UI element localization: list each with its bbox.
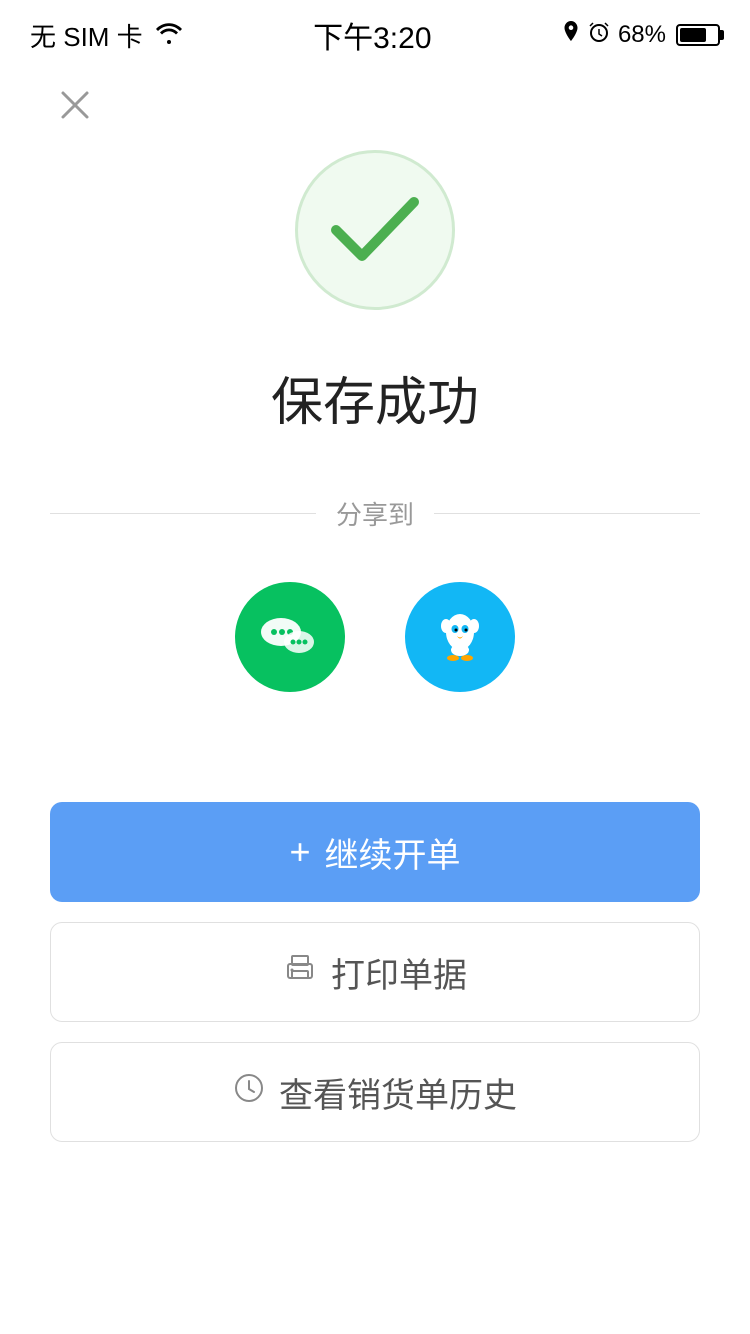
battery-icon xyxy=(676,24,720,46)
location-icon xyxy=(562,21,580,50)
history-label: 查看销货单历史 xyxy=(279,1068,517,1117)
status-bar-left: 无 SIM 卡 xyxy=(30,17,183,54)
status-bar-right: 68% xyxy=(562,21,720,50)
wechat-icon xyxy=(255,602,325,672)
checkmark-icon xyxy=(330,194,420,266)
share-divider: 分享到 xyxy=(50,495,700,532)
action-buttons: + 继续开单 打印单据 查看销货单历史 xyxy=(0,802,750,1142)
share-label: 分享到 xyxy=(336,495,414,532)
continue-button[interactable]: + 继续开单 xyxy=(50,802,700,902)
main-content: 保存成功 分享到 xyxy=(0,70,750,1142)
close-button[interactable] xyxy=(50,80,100,130)
wechat-share-button[interactable] xyxy=(235,582,345,692)
sim-status: 无 SIM 卡 xyxy=(30,17,143,54)
print-button[interactable]: 打印单据 xyxy=(50,922,700,1022)
continue-label: 继续开单 xyxy=(325,828,461,877)
status-bar-time: 下午3:20 xyxy=(313,13,431,57)
alarm-icon xyxy=(588,21,610,50)
success-title: 保存成功 xyxy=(271,360,479,435)
wifi-icon xyxy=(155,20,183,51)
plus-icon: + xyxy=(289,831,310,873)
history-button[interactable]: 查看销货单历史 xyxy=(50,1042,700,1142)
battery-percent: 68% xyxy=(618,21,666,49)
print-label: 打印单据 xyxy=(331,948,467,997)
status-bar: 无 SIM 卡 下午3:20 68% xyxy=(0,0,750,70)
printer-icon xyxy=(283,953,317,992)
clock-icon xyxy=(233,1072,265,1113)
qq-icon xyxy=(429,606,491,668)
share-icons xyxy=(50,582,700,692)
share-section: 分享到 xyxy=(0,495,750,752)
success-icon-circle xyxy=(295,150,455,310)
qq-share-button[interactable] xyxy=(405,582,515,692)
